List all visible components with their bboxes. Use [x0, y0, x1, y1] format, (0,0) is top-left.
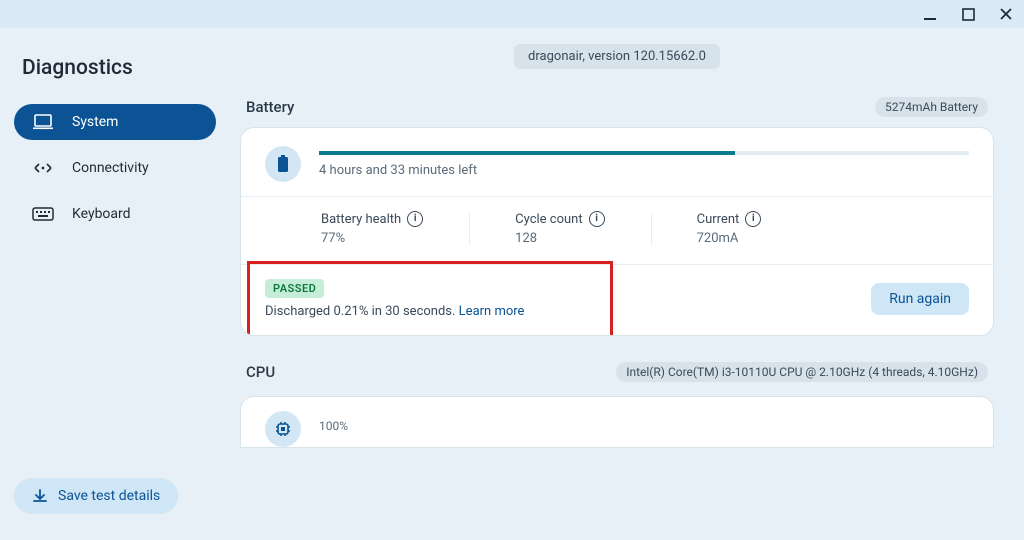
sidebar-item-label: Connectivity	[72, 160, 149, 176]
battery-icon	[265, 146, 301, 182]
battery-title: Battery	[246, 98, 294, 116]
sidebar-item-keyboard[interactable]: Keyboard	[14, 196, 216, 232]
battery-health-label: Battery health	[321, 212, 401, 227]
save-button-label: Save test details	[58, 488, 160, 504]
battery-bar	[319, 151, 969, 155]
learn-more-link[interactable]: Learn more	[459, 304, 525, 319]
current-value: 720mA	[697, 231, 762, 246]
battery-time-left: 4 hours and 33 minutes left	[319, 163, 969, 178]
connectivity-icon	[32, 161, 54, 175]
device-info-chip: dragonair, version 120.15662.0	[514, 44, 720, 69]
main-content: dragonair, version 120.15662.0 Battery 5…	[230, 28, 1024, 540]
download-icon	[32, 488, 48, 504]
battery-stats: Battery health i 77% Cycle count i 128 Cur…	[241, 197, 993, 264]
laptop-icon	[32, 114, 54, 130]
cpu-icon	[265, 411, 301, 447]
battery-health-value: 77%	[321, 231, 423, 246]
sidebar-item-label: Keyboard	[72, 206, 131, 222]
result-text: Discharged 0.21% in 30 seconds.	[265, 304, 459, 319]
sidebar-nav: System Connectivity Keyboard	[14, 104, 216, 232]
keyboard-icon	[32, 207, 54, 221]
cpu-usage-label: 100%	[319, 419, 969, 433]
maximize-button[interactable]	[960, 6, 976, 22]
run-again-button[interactable]: Run again	[871, 283, 969, 315]
battery-section-header: Battery 5274mAh Battery	[246, 97, 988, 117]
cpu-card: 100%	[240, 396, 994, 448]
current-label: Current	[697, 212, 740, 227]
sidebar-item-label: System	[72, 114, 118, 130]
cycle-count-value: 128	[515, 231, 604, 246]
minimize-button[interactable]	[922, 6, 938, 22]
cycle-count-label: Cycle count	[515, 212, 582, 227]
battery-card: 4 hours and 33 minutes left Battery heal…	[240, 127, 994, 336]
sidebar-item-connectivity[interactable]: Connectivity	[14, 150, 216, 186]
sidebar-item-system[interactable]: System	[14, 104, 216, 140]
sidebar: Diagnostics System Connectivity Keyboard…	[0, 28, 230, 540]
save-test-details-button[interactable]: Save test details	[14, 478, 178, 514]
titlebar	[0, 0, 1024, 28]
info-icon[interactable]: i	[589, 211, 605, 227]
cpu-title: CPU	[246, 363, 275, 381]
battery-capacity-chip: 5274mAh Battery	[875, 97, 988, 117]
info-icon[interactable]: i	[745, 211, 761, 227]
app-title: Diagnostics	[22, 56, 216, 80]
battery-test-result: PASSED Discharged 0.21% in 30 seconds. L…	[241, 265, 993, 335]
info-icon[interactable]: i	[407, 211, 423, 227]
cpu-info-chip: Intel(R) Core(TM) i3-10110U CPU @ 2.10GH…	[616, 362, 988, 382]
cpu-section-header: CPU Intel(R) Core(TM) i3-10110U CPU @ 2.…	[246, 362, 988, 382]
status-badge: PASSED	[265, 279, 324, 298]
close-button[interactable]	[998, 6, 1014, 22]
